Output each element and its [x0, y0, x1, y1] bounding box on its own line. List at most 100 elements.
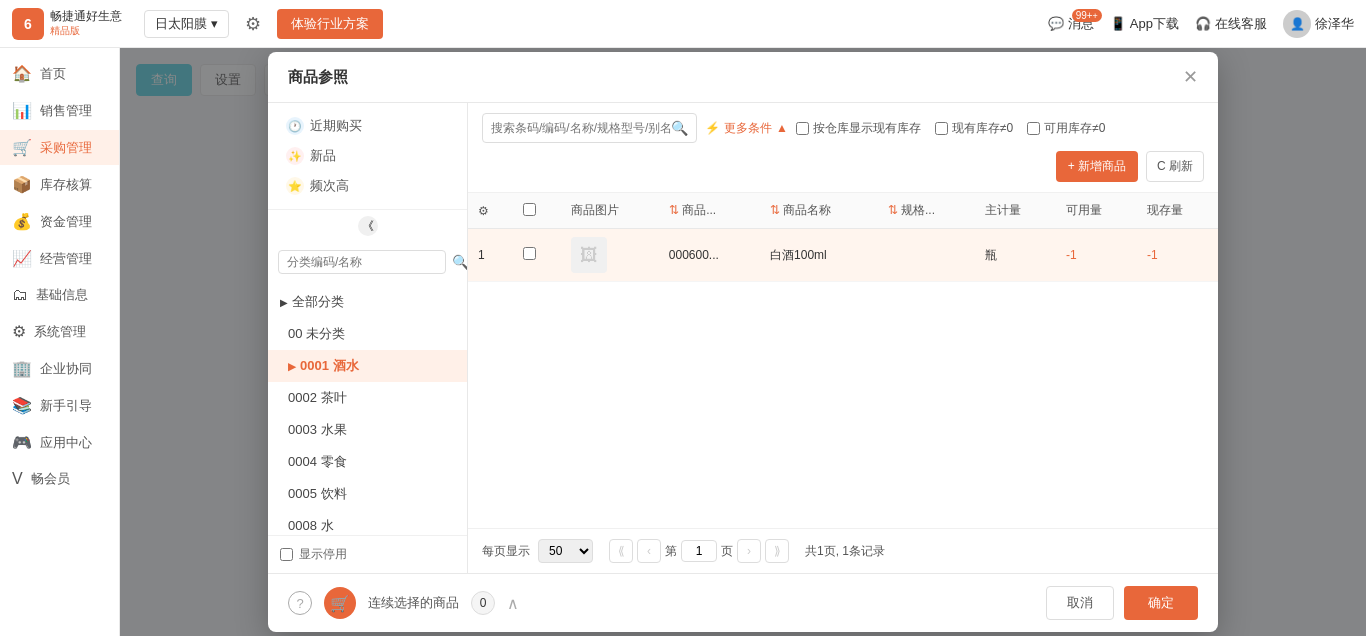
sales-icon: 📊: [12, 101, 32, 120]
cat-uncategorized[interactable]: 00 未分类: [268, 318, 467, 350]
col-name[interactable]: ⇅ 商品名称: [760, 193, 878, 229]
display-disabled-checkbox[interactable]: [280, 548, 293, 561]
checkbox-warehouse[interactable]: 按仓库显示现有库存: [796, 120, 921, 137]
col-code[interactable]: ⇅ 商品...: [659, 193, 760, 229]
sidebar-item-guide[interactable]: 📚 新手引导: [0, 388, 119, 423]
refresh-button[interactable]: C 刷新: [1146, 151, 1204, 182]
row-checkbox[interactable]: [523, 247, 536, 260]
sidebar-item-purchase[interactable]: 🛒 采购管理: [0, 130, 119, 165]
modal-body: 🕐 近期购买 ✨ 新品 ⭐ 频次高: [268, 103, 1218, 573]
continuous-label: 连续选择的商品: [368, 594, 459, 612]
col-available: 可用量: [1056, 193, 1137, 229]
page-number-input[interactable]: [681, 540, 717, 562]
per-page-select[interactable]: 50 20 100: [538, 539, 593, 563]
cat-tea[interactable]: 0002 茶叶: [268, 382, 467, 414]
sidebar-item-finance[interactable]: 💰 资金管理: [0, 204, 119, 239]
sidebar-item-sales[interactable]: 📊 销售管理: [0, 93, 119, 128]
sidebar-item-inventory[interactable]: 📦 库存核算: [0, 167, 119, 202]
collapse-footer-icon[interactable]: ∧: [507, 594, 519, 613]
confirm-button[interactable]: 确定: [1124, 586, 1198, 620]
sidebar-label: 首页: [40, 65, 66, 83]
cart-button[interactable]: 🛒: [324, 587, 356, 619]
cell-spec: [878, 229, 975, 282]
cat-all[interactable]: ▶ 全部分类: [268, 286, 467, 318]
per-page-label: 每页显示: [482, 543, 530, 560]
last-page-button[interactable]: ⟫: [765, 539, 789, 563]
cat-liquor[interactable]: ▶ 0001 酒水: [268, 350, 467, 382]
footer-right: 取消 确定: [1046, 586, 1198, 620]
cell-checkbox[interactable]: [513, 229, 561, 282]
collapse-button[interactable]: 《: [358, 216, 378, 236]
cat-water[interactable]: 0008 水: [268, 510, 467, 535]
home-icon: 🏠: [12, 64, 32, 83]
col-settings[interactable]: ⚙: [468, 193, 513, 229]
sidebar-label: 采购管理: [40, 139, 92, 157]
quick-frequent[interactable]: ⭐ 频次高: [278, 171, 457, 201]
settings-icon[interactable]: ⚙: [241, 9, 265, 39]
chevron-down-icon: ▾: [211, 16, 218, 31]
quick-recent[interactable]: 🕐 近期购买: [278, 111, 457, 141]
sidebar-label: 应用中心: [40, 434, 92, 452]
right-panel: 🔍 ⚡ 更多条件 ▲ 按仓库显示现有库存: [468, 103, 1218, 573]
table-row[interactable]: 1 🖼 000600... 白酒100ml 瓶: [468, 229, 1218, 282]
sidebar-item-system[interactable]: ⚙ 系统管理: [0, 314, 119, 349]
sidebar-label: 基础信息: [36, 286, 88, 304]
add-product-button[interactable]: + 新增商品: [1056, 151, 1138, 182]
available-checkbox[interactable]: [1027, 122, 1040, 135]
sidebar-item-business[interactable]: 📈 经营管理: [0, 241, 119, 276]
display-disabled: 显示停用: [268, 535, 467, 573]
cell-available: -1: [1056, 229, 1137, 282]
page-info: 共1页, 1条记录: [805, 543, 885, 560]
nav-dropdown[interactable]: 日太阳膜 ▾: [144, 10, 229, 38]
product-table: ⚙ 商品图片 ⇅ 商品... ⇅ 商品名称: [468, 193, 1218, 282]
modal-close-button[interactable]: ✕: [1183, 66, 1198, 88]
checkbox-inventory[interactable]: 现有库存≠0: [935, 120, 1013, 137]
next-page-button[interactable]: ›: [737, 539, 761, 563]
modal-header: 商品参照 ✕: [268, 52, 1218, 103]
top-nav: 6 畅捷通好生意 精品版 日太阳膜 ▾ ⚙ 体验行业方案 💬 消息 99++ 📱…: [0, 0, 1366, 48]
cat-fruit[interactable]: 0003 水果: [268, 414, 467, 446]
sidebar-item-vip[interactable]: V 畅会员: [0, 462, 119, 496]
app-download[interactable]: 📱 App下载: [1110, 15, 1179, 33]
help-icon[interactable]: ?: [288, 591, 312, 615]
bell-icon: 💬: [1048, 16, 1064, 31]
quick-access: 🕐 近期购买 ✨ 新品 ⭐ 频次高: [268, 103, 467, 210]
col-spec[interactable]: ⇅ 规格...: [878, 193, 975, 229]
cancel-button[interactable]: 取消: [1046, 586, 1114, 620]
category-search-icon[interactable]: 🔍: [452, 254, 468, 270]
cat-beverage[interactable]: 0005 饮料: [268, 478, 467, 510]
product-search-input[interactable]: [491, 121, 671, 135]
new-icon: ✨: [286, 147, 304, 165]
sidebar-item-appstore[interactable]: 🎮 应用中心: [0, 425, 119, 460]
checkbox-available[interactable]: 可用库存≠0: [1027, 120, 1105, 137]
main-layout: 🏠 首页 📊 销售管理 🛒 采购管理 📦 库存核算 💰 资金管理 📈 经营管理 …: [0, 48, 1366, 636]
user-profile[interactable]: 👤 徐泽华: [1283, 10, 1354, 38]
category-search-input[interactable]: [278, 250, 446, 274]
notifications[interactable]: 💬 消息 99++: [1048, 15, 1094, 33]
cell-unit: 瓶: [975, 229, 1056, 282]
enterprise-icon: 🏢: [12, 359, 32, 378]
warehouse-checkbox[interactable]: [796, 122, 809, 135]
footer-left: ? 🛒 连续选择的商品 0 ∧: [288, 587, 519, 619]
sidebar-item-enterprise[interactable]: 🏢 企业协同: [0, 351, 119, 386]
category-panel: 🕐 近期购买 ✨ 新品 ⭐ 频次高: [268, 103, 468, 573]
finance-icon: 💰: [12, 212, 32, 231]
sidebar-item-basic[interactable]: 🗂 基础信息: [0, 278, 119, 312]
search-icon[interactable]: 🔍: [671, 120, 688, 136]
cat-snack[interactable]: 0004 零食: [268, 446, 467, 478]
col-checkbox[interactable]: [513, 193, 561, 229]
filter-button[interactable]: ⚡ 更多条件 ▲: [705, 120, 788, 137]
inventory-checkbox[interactable]: [935, 122, 948, 135]
phone-icon: 📱: [1110, 16, 1126, 31]
first-page-button[interactable]: ⟪: [609, 539, 633, 563]
customer-service[interactable]: 🎧 在线客服: [1195, 15, 1267, 33]
prev-page-button[interactable]: ‹: [637, 539, 661, 563]
page-navigation: ⟪ ‹ 第 页 › ⟫: [609, 539, 789, 563]
quick-new[interactable]: ✨ 新品: [278, 141, 457, 171]
purchase-icon: 🛒: [12, 138, 32, 157]
category-list: ▶ 全部分类 00 未分类 ▶ 0001 酒水 0002 茶: [268, 282, 467, 535]
count-badge: 0: [471, 591, 495, 615]
sidebar-item-home[interactable]: 🏠 首页: [0, 56, 119, 91]
cta-button[interactable]: 体验行业方案: [277, 9, 383, 39]
select-all-checkbox[interactable]: [523, 203, 536, 216]
